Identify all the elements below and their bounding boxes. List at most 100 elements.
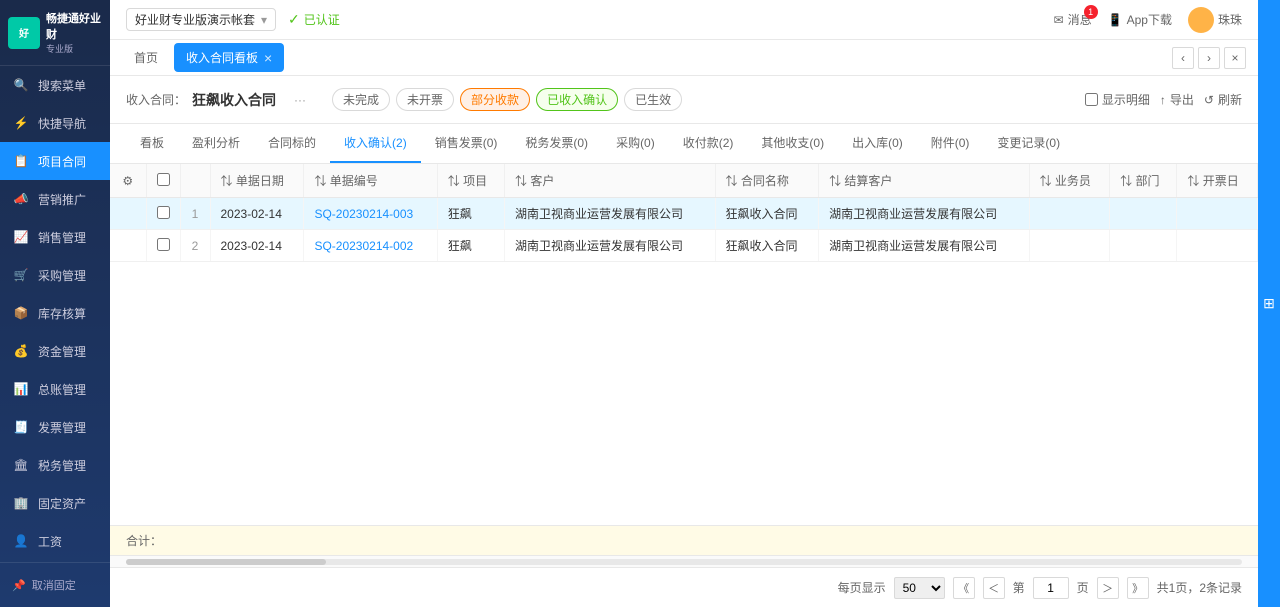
sub-tabs: 看板 盈利分析 合同标的 收入确认(2) 销售发票(0) 税务发票(0) 采购(… bbox=[110, 124, 1258, 164]
prev-page-button[interactable]: ＜ bbox=[983, 577, 1005, 599]
message-icon: ✉ bbox=[1054, 13, 1064, 27]
row-date: 2023-02-14 bbox=[210, 230, 304, 262]
marketing-nav-icon: 📣 bbox=[12, 190, 30, 208]
pagination: 每页显示 50 100 200 《 ＜ 第 页 ＞ 》 共1页，2条记录 bbox=[110, 567, 1258, 607]
scrollbar-track[interactable] bbox=[126, 559, 1242, 565]
tab-prev-button[interactable]: ‹ bbox=[1172, 47, 1194, 69]
scrollbar-thumb[interactable] bbox=[126, 559, 326, 565]
app-download-button[interactable]: 📱 App下载 bbox=[1108, 11, 1172, 28]
company-name: 好业财专业版演示帐套 bbox=[135, 11, 255, 28]
row-salesperson bbox=[1029, 198, 1110, 230]
right-panel[interactable]: ⊞ bbox=[1258, 0, 1280, 607]
sidebar-item-marketing[interactable]: 📣 营销推广 bbox=[0, 180, 110, 218]
sidebar-item-purchase[interactable]: 🛒 采购管理 bbox=[0, 256, 110, 294]
tab-close-all-button[interactable]: × bbox=[1224, 47, 1246, 69]
status-uninvoiced[interactable]: 未开票 bbox=[396, 88, 454, 111]
status-incomplete[interactable]: 未完成 bbox=[332, 88, 390, 111]
next-page-button[interactable]: ＞ bbox=[1097, 577, 1119, 599]
row-salesperson bbox=[1029, 230, 1110, 262]
sub-tab-attachment[interactable]: 附件(0) bbox=[917, 124, 984, 163]
sub-tab-other[interactable]: 其他收支(0) bbox=[747, 124, 838, 163]
sub-tab-subject[interactable]: 合同标的 bbox=[254, 124, 330, 163]
status-partial-receipt[interactable]: 部分收款 bbox=[460, 88, 530, 111]
sub-tab-inout[interactable]: 出入库(0) bbox=[838, 124, 917, 163]
user-profile[interactable]: 珠珠 bbox=[1188, 7, 1242, 33]
message-button[interactable]: ✉ 消息 1 bbox=[1054, 11, 1092, 28]
search-nav-icon: 🔍 bbox=[12, 76, 30, 94]
sub-tab-payment[interactable]: 收付款(2) bbox=[669, 124, 748, 163]
sidebar-item-sales[interactable]: 📈 销售管理 bbox=[0, 218, 110, 256]
col-settings[interactable]: ⚙ bbox=[110, 164, 146, 198]
sub-tab-tax-invoice[interactable]: 税务发票(0) bbox=[511, 124, 602, 163]
status-buttons: 未完成 未开票 部分收款 已收入确认 已生效 bbox=[332, 88, 682, 111]
status-effective[interactable]: 已生效 bbox=[624, 88, 682, 111]
tab-home[interactable]: 首页 bbox=[122, 43, 170, 72]
purchase-nav-icon: 🛒 bbox=[12, 266, 30, 284]
row-customer: 湖南卫视商业运营发展有限公司 bbox=[505, 230, 715, 262]
col-num bbox=[180, 164, 210, 198]
horizontal-scrollbar[interactable] bbox=[110, 555, 1258, 567]
row-order-no[interactable]: SQ-20230214-002 bbox=[304, 230, 437, 262]
row-settings-cell bbox=[110, 198, 146, 230]
table-total-row: 合计： bbox=[110, 525, 1258, 555]
table-header-row: ⚙ ⇅ 单据日期 ⇅ 单据编号 ⇅ 项目 bbox=[110, 164, 1258, 198]
tab-next-button[interactable]: › bbox=[1198, 47, 1220, 69]
settings-icon[interactable]: ⚙ bbox=[122, 174, 133, 188]
status-confirmed[interactable]: 已收入确认 bbox=[536, 88, 618, 111]
sidebar-item-fixed-asset[interactable]: 🏢 固定资产 bbox=[0, 484, 110, 522]
sidebar-item-invoice[interactable]: 🧾 发票管理 bbox=[0, 408, 110, 446]
last-page-button[interactable]: 》 bbox=[1127, 577, 1149, 599]
col-settle-customer[interactable]: ⇅ 结算客户 bbox=[819, 164, 1029, 198]
content-area: 收入合同： 狂飙收入合同 ··· 未完成 未开票 部分收款 已收入确认 已生效 … bbox=[110, 76, 1258, 607]
page-size-select[interactable]: 50 100 200 bbox=[894, 577, 945, 599]
col-dept[interactable]: ⇅ 部门 bbox=[1110, 164, 1177, 198]
tab-close-icon[interactable]: × bbox=[264, 50, 272, 66]
row-checkbox-cell[interactable] bbox=[146, 230, 180, 262]
tab-contract-board[interactable]: 收入合同看板 × bbox=[174, 43, 284, 72]
more-options-button[interactable]: ··· bbox=[288, 91, 312, 109]
refresh-button[interactable]: ↺ 刷新 bbox=[1204, 91, 1242, 108]
download-icon: 📱 bbox=[1108, 13, 1123, 27]
message-badge: 1 bbox=[1084, 5, 1098, 19]
sub-tab-board[interactable]: 看板 bbox=[126, 124, 178, 163]
invoice-nav-icon: 🧾 bbox=[12, 418, 30, 436]
sidebar-item-search[interactable]: 🔍 搜索菜单 bbox=[0, 66, 110, 104]
show-detail-toggle[interactable]: 显示明细 bbox=[1085, 91, 1150, 108]
row-checkbox-cell[interactable] bbox=[146, 198, 180, 230]
inventory-nav-icon: 📦 bbox=[12, 304, 30, 322]
sub-tab-profit[interactable]: 盈利分析 bbox=[178, 124, 254, 163]
export-button[interactable]: ↑ 导出 bbox=[1160, 91, 1194, 108]
col-date[interactable]: ⇅ 单据日期 bbox=[210, 164, 304, 198]
col-open-date[interactable]: ⇅ 开票日 bbox=[1177, 164, 1258, 198]
sidebar-item-tax[interactable]: 🏛 税务管理 bbox=[0, 446, 110, 484]
sidebar-item-capital[interactable]: 💰 资金管理 bbox=[0, 332, 110, 370]
sidebar-item-hr[interactable]: 👤 工资 bbox=[0, 522, 110, 560]
select-all-checkbox[interactable] bbox=[157, 173, 170, 186]
sub-tab-changes[interactable]: 变更记录(0) bbox=[983, 124, 1074, 163]
col-checkbox[interactable] bbox=[146, 164, 180, 198]
row-checkbox[interactable] bbox=[157, 206, 170, 219]
col-order-no[interactable]: ⇅ 单据编号 bbox=[304, 164, 437, 198]
row-checkbox[interactable] bbox=[157, 238, 170, 251]
order-no-link[interactable]: SQ-20230214-003 bbox=[314, 207, 413, 221]
sub-tab-purchase[interactable]: 采购(0) bbox=[602, 124, 669, 163]
page-number-input[interactable] bbox=[1033, 577, 1069, 599]
row-settings-cell bbox=[110, 230, 146, 262]
col-contract-name[interactable]: ⇅ 合同名称 bbox=[715, 164, 819, 198]
first-page-button[interactable]: 《 bbox=[953, 577, 975, 599]
company-selector[interactable]: 好业财专业版演示帐套 ▾ bbox=[126, 8, 276, 31]
detail-checkbox[interactable] bbox=[1085, 93, 1098, 106]
row-order-no[interactable]: SQ-20230214-003 bbox=[304, 198, 437, 230]
sidebar-item-general[interactable]: 📊 总账管理 bbox=[0, 370, 110, 408]
sub-tab-revenue-confirm[interactable]: 收入确认(2) bbox=[330, 124, 421, 163]
col-project[interactable]: ⇅ 项目 bbox=[437, 164, 504, 198]
col-salesperson[interactable]: ⇅ 业务员 bbox=[1029, 164, 1110, 198]
col-customer[interactable]: ⇅ 客户 bbox=[505, 164, 715, 198]
sidebar: 好 畅捷通好业财 专业版 🔍 搜索菜单 ⚡ 快捷导航 📋 项目合同 📣 营销推广… bbox=[0, 0, 110, 607]
order-no-link[interactable]: SQ-20230214-002 bbox=[314, 239, 413, 253]
sub-tab-sales-invoice[interactable]: 销售发票(0) bbox=[421, 124, 512, 163]
sidebar-item-inventory[interactable]: 📦 库存核算 bbox=[0, 294, 110, 332]
sidebar-item-project[interactable]: 📋 项目合同 bbox=[0, 142, 110, 180]
sidebar-item-quick-nav[interactable]: ⚡ 快捷导航 bbox=[0, 104, 110, 142]
sidebar-pin-toggle[interactable]: 📌 取消固定 bbox=[8, 571, 102, 599]
